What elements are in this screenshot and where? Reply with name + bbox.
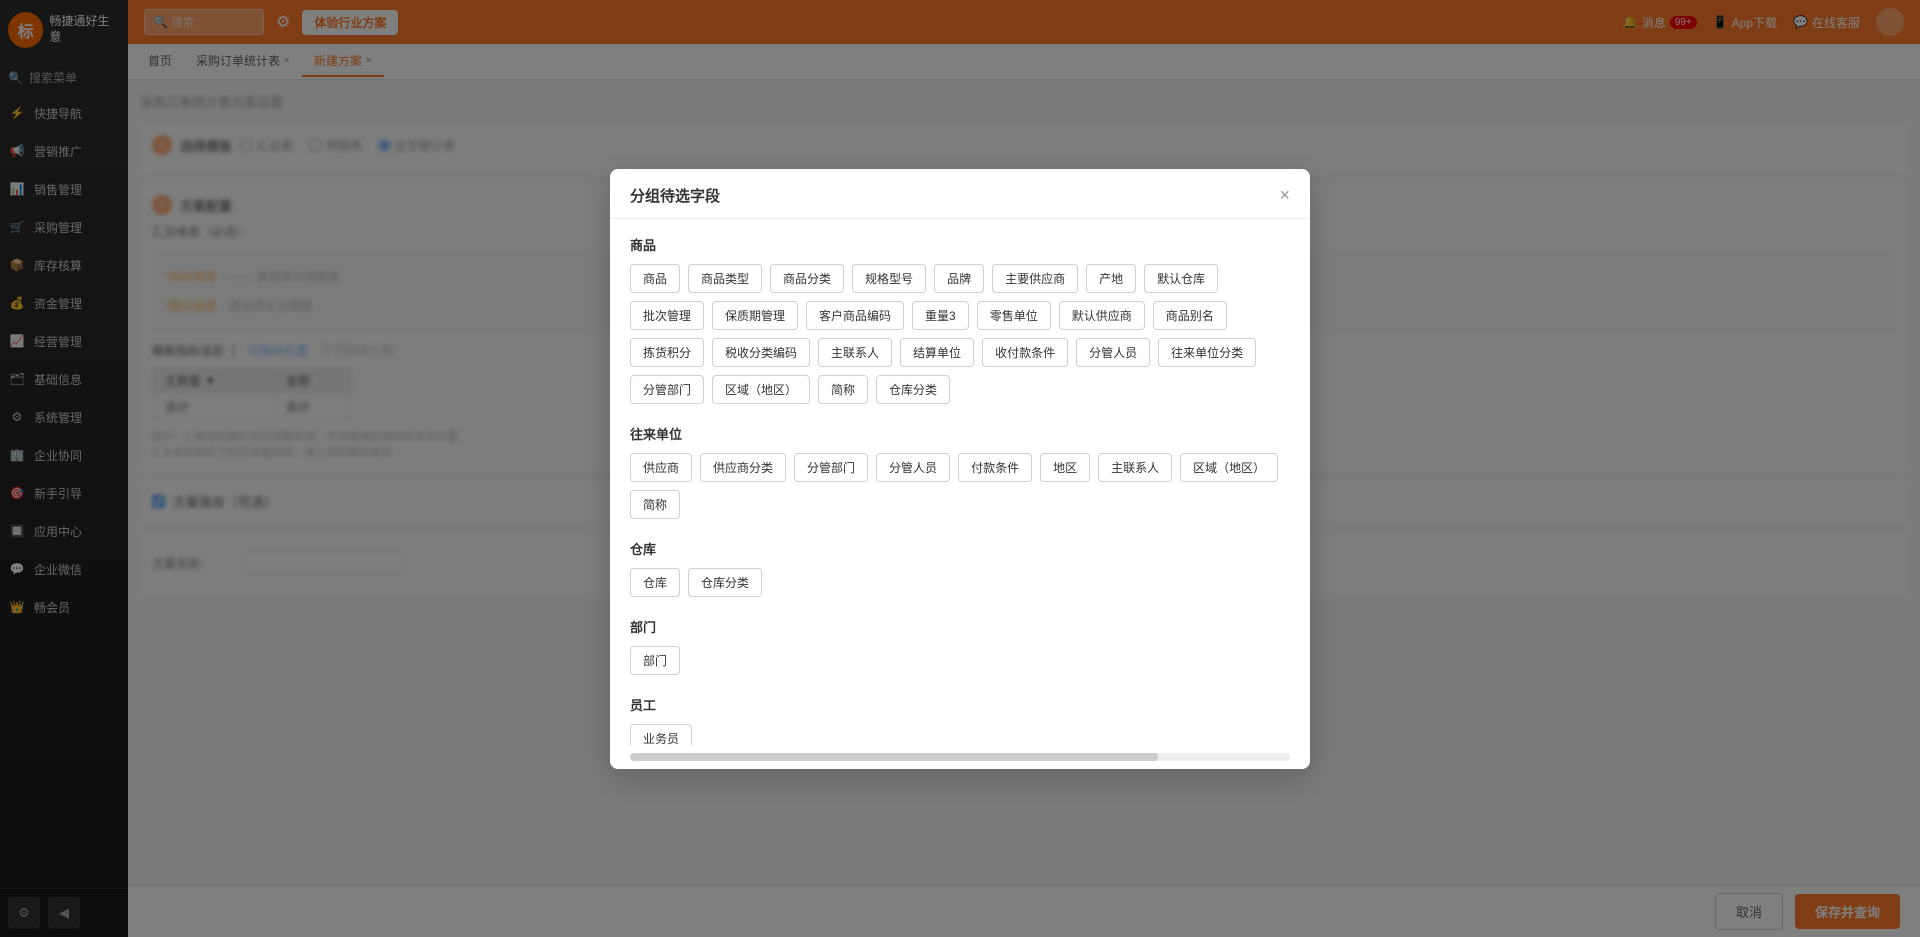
field-tag-结算单位[interactable]: 结算单位 — [900, 338, 974, 367]
field-section-title-partner: 往来单位 — [630, 424, 1290, 443]
field-section-goods: 商品商品商品类型商品分类规格型号品牌主要供应商产地默认仓库批次管理保质期管理客户… — [630, 235, 1290, 404]
field-tag-税收分类编码[interactable]: 税收分类编码 — [712, 338, 810, 367]
horizontal-scrollbar[interactable] — [630, 753, 1290, 761]
field-tag-分管部门[interactable]: 分管部门 — [794, 453, 868, 482]
modal-overlay: 分组待选字段 × 商品商品商品类型商品分类规格型号品牌主要供应商产地默认仓库批次… — [0, 0, 1920, 937]
field-tag-品牌[interactable]: 品牌 — [934, 264, 984, 293]
field-tag-批次管理[interactable]: 批次管理 — [630, 301, 704, 330]
field-tag-简称[interactable]: 简称 — [630, 490, 680, 519]
field-tag-部门[interactable]: 部门 — [630, 646, 680, 675]
field-tags-staff: 业务员 — [630, 724, 1290, 745]
field-tag-仓库分类[interactable]: 仓库分类 — [688, 568, 762, 597]
field-tag-分管人员[interactable]: 分管人员 — [876, 453, 950, 482]
field-tag-产地[interactable]: 产地 — [1086, 264, 1136, 293]
field-tag-仓库分类[interactable]: 仓库分类 — [876, 375, 950, 404]
field-tags-goods: 商品商品类型商品分类规格型号品牌主要供应商产地默认仓库批次管理保质期管理客户商品… — [630, 264, 1290, 404]
field-tag-重量3[interactable]: 重量3 — [912, 301, 969, 330]
field-tag-规格型号[interactable]: 规格型号 — [852, 264, 926, 293]
field-tag-简称[interactable]: 简称 — [818, 375, 868, 404]
field-tag-地区[interactable]: 地区 — [1040, 453, 1090, 482]
field-tag-商品类型[interactable]: 商品类型 — [688, 264, 762, 293]
field-tag-付款条件[interactable]: 付款条件 — [958, 453, 1032, 482]
field-tag-商品[interactable]: 商品 — [630, 264, 680, 293]
field-section-warehouse: 仓库仓库仓库分类 — [630, 539, 1290, 597]
field-tag-零售单位[interactable]: 零售单位 — [977, 301, 1051, 330]
field-tag-默认供应商[interactable]: 默认供应商 — [1059, 301, 1145, 330]
field-tags-department: 部门 — [630, 646, 1290, 675]
field-tag-默认仓库[interactable]: 默认仓库 — [1144, 264, 1218, 293]
field-tag-保质期管理[interactable]: 保质期管理 — [712, 301, 798, 330]
field-section-title-goods: 商品 — [630, 235, 1290, 254]
field-tag-区域（地区）[interactable]: 区域（地区） — [1180, 453, 1278, 482]
field-section-title-warehouse: 仓库 — [630, 539, 1290, 558]
field-tag-收付款条件[interactable]: 收付款条件 — [982, 338, 1068, 367]
modal-title: 分组待选字段 — [630, 185, 720, 206]
field-tag-分管人员[interactable]: 分管人员 — [1076, 338, 1150, 367]
field-section-department: 部门部门 — [630, 617, 1290, 675]
field-tag-供应商[interactable]: 供应商 — [630, 453, 692, 482]
modal-header: 分组待选字段 × — [610, 169, 1310, 219]
scrollbar-thumb — [630, 753, 1158, 761]
field-tag-主联系人[interactable]: 主联系人 — [1098, 453, 1172, 482]
field-section-partner: 往来单位供应商供应商分类分管部门分管人员付款条件地区主联系人区域（地区） 简称 — [630, 424, 1290, 519]
field-tag-往来单位分类[interactable]: 往来单位分类 — [1158, 338, 1256, 367]
field-tag-区域（地区）[interactable]: 区域（地区） — [712, 375, 810, 404]
field-tag-供应商分类[interactable]: 供应商分类 — [700, 453, 786, 482]
modal-body: 商品商品商品类型商品分类规格型号品牌主要供应商产地默认仓库批次管理保质期管理客户… — [610, 219, 1310, 745]
field-section-title-department: 部门 — [630, 617, 1290, 636]
field-tag-业务员[interactable]: 业务员 — [630, 724, 692, 745]
field-section-staff: 员工业务员 — [630, 695, 1290, 745]
field-tag-拣货积分[interactable]: 拣货积分 — [630, 338, 704, 367]
field-tag-主要供应商[interactable]: 主要供应商 — [992, 264, 1078, 293]
modal-dialog: 分组待选字段 × 商品商品商品类型商品分类规格型号品牌主要供应商产地默认仓库批次… — [610, 169, 1310, 769]
field-tag-客户商品编码[interactable]: 客户商品编码 — [806, 301, 904, 330]
field-tag-商品别名[interactable]: 商品别名 — [1153, 301, 1227, 330]
field-tag-商品分类[interactable]: 商品分类 — [770, 264, 844, 293]
field-tags-warehouse: 仓库仓库分类 — [630, 568, 1290, 597]
field-tag-主联系人[interactable]: 主联系人 — [818, 338, 892, 367]
field-tag-分管部门[interactable]: 分管部门 — [630, 375, 704, 404]
field-tags-partner: 供应商供应商分类分管部门分管人员付款条件地区主联系人区域（地区） 简称 — [630, 453, 1290, 519]
field-section-title-staff: 员工 — [630, 695, 1290, 714]
modal-close-button[interactable]: × — [1279, 185, 1290, 206]
field-tag-仓库[interactable]: 仓库 — [630, 568, 680, 597]
